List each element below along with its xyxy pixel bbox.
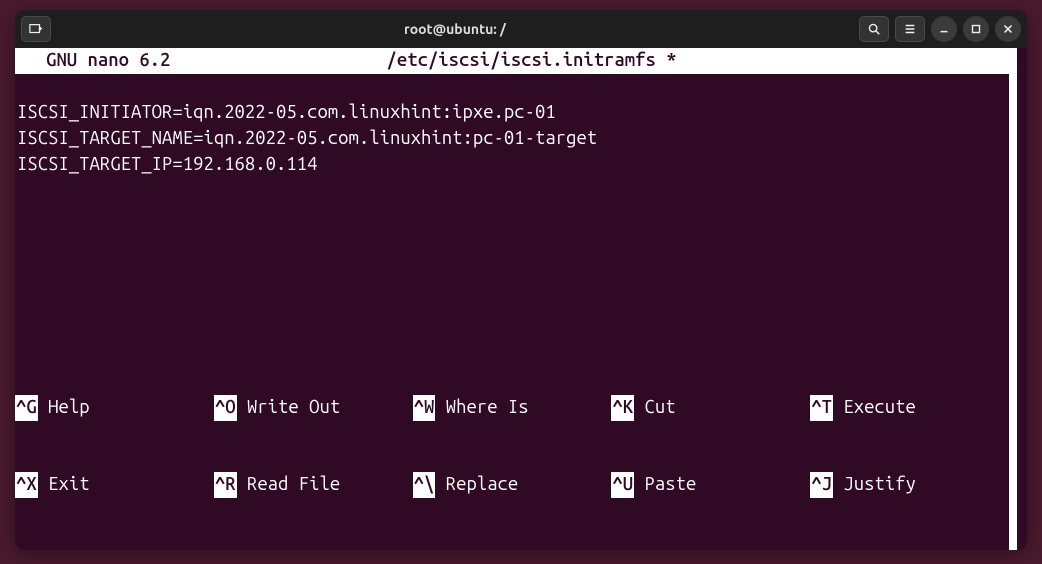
window-title: root@ubuntu: /: [51, 21, 859, 37]
nano-help-bar: ^GHelp ^OWrite Out ^WWhere Is ^KCut ^TEx…: [15, 343, 1009, 550]
new-tab-button[interactable]: [21, 16, 51, 42]
nano-filename: /etc/iscsi/iscsi.initramfs *: [46, 48, 1017, 74]
help-execute: ^TExecute: [810, 395, 1009, 421]
close-button[interactable]: [995, 16, 1021, 42]
help-justify: ^JJustify: [810, 472, 1009, 498]
editor-content[interactable]: ISCSI_INITIATOR=iqn.2022-05.com.linuxhin…: [15, 74, 1017, 178]
hamburger-icon: [903, 22, 917, 36]
search-icon: [867, 22, 881, 36]
minimize-icon: [937, 22, 951, 36]
maximize-icon: [969, 22, 983, 36]
help-where-is: ^WWhere Is: [413, 395, 612, 421]
help-get-help: ^GHelp: [15, 395, 214, 421]
config-line: ISCSI_INITIATOR=iqn.2022-05.com.linuxhin…: [17, 102, 556, 122]
config-line: ISCSI_TARGET_NAME=iqn.2022-05.com.linuxh…: [17, 128, 597, 148]
help-paste: ^UPaste: [611, 472, 810, 498]
minimize-button[interactable]: [931, 16, 957, 42]
search-button[interactable]: [859, 16, 889, 42]
config-line: ISCSI_TARGET_IP=192.168.0.114: [17, 154, 317, 174]
new-tab-icon: [29, 22, 43, 36]
help-cut: ^KCut: [611, 395, 810, 421]
help-write-out: ^OWrite Out: [214, 395, 413, 421]
help-row-1: ^GHelp ^OWrite Out ^WWhere Is ^KCut ^TEx…: [15, 395, 1009, 421]
help-replace: ^\Replace: [413, 472, 612, 498]
terminal-area[interactable]: GNU nano 6.2 /etc/iscsi/iscsi.initramfs …: [15, 48, 1027, 550]
help-read-file: ^RRead File: [214, 472, 413, 498]
help-exit: ^XExit: [15, 472, 214, 498]
titlebar: root@ubuntu: /: [15, 10, 1027, 48]
close-icon: [1001, 22, 1015, 36]
maximize-button[interactable]: [963, 16, 989, 42]
scrollbar[interactable]: [1009, 48, 1017, 550]
menu-button[interactable]: [895, 16, 925, 42]
help-row-2: ^XExit ^RRead File ^\Replace ^UPaste ^JJ…: [15, 472, 1009, 498]
terminal-window: root@ubuntu: / GNU nano 6.2 /etc/iscsi/i…: [15, 10, 1027, 550]
nano-header: GNU nano 6.2 /etc/iscsi/iscsi.initramfs …: [15, 48, 1017, 74]
